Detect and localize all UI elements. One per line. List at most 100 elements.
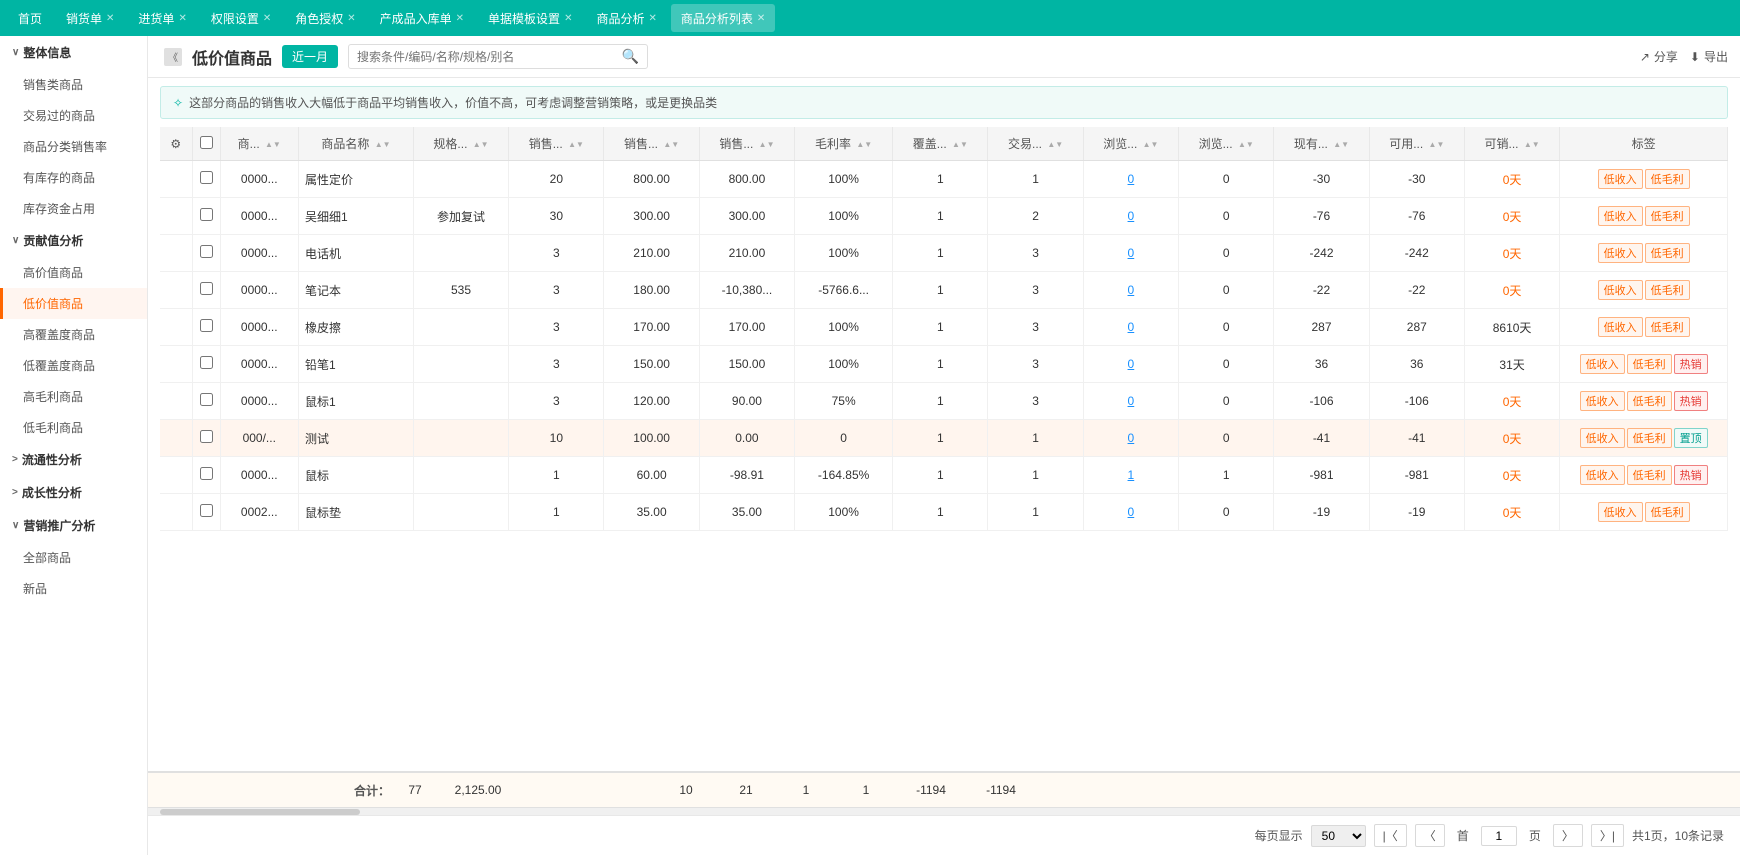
nav-template-settings[interactable]: 单据模板设置 ✕ — [478, 4, 582, 32]
row-checkbox-cell[interactable] — [192, 420, 220, 457]
sort-icon[interactable]: ▲▼ — [1524, 140, 1540, 149]
sort-icon[interactable]: ▲▼ — [1429, 140, 1445, 149]
row-checkbox[interactable] — [200, 208, 213, 221]
row-checkbox[interactable] — [200, 282, 213, 295]
sidebar-item-in-stock[interactable]: 有库存的商品 — [0, 162, 147, 193]
sidebar-item-high-margin[interactable]: 高毛利商品 — [0, 381, 147, 412]
sort-icon[interactable]: ▲▼ — [1333, 140, 1349, 149]
row-checkbox-cell[interactable] — [192, 272, 220, 309]
views-link[interactable]: 0 — [1128, 431, 1135, 445]
nav-home[interactable]: 首页 — [8, 4, 52, 32]
sidebar-section-marketing[interactable]: ∨ 营销推广分析 — [0, 509, 147, 542]
sidebar-item-high-coverage[interactable]: 高覆盖度商品 — [0, 319, 147, 350]
first-page-button[interactable]: |〈 — [1374, 824, 1407, 847]
row-checkbox-cell[interactable] — [192, 309, 220, 346]
views-link[interactable]: 0 — [1128, 209, 1135, 223]
row-margin: 100% — [795, 494, 893, 531]
column-settings[interactable]: ⚙ — [160, 127, 192, 161]
close-icon[interactable]: ✕ — [263, 13, 271, 24]
sort-icon[interactable]: ▲▼ — [1143, 140, 1159, 149]
period-button[interactable]: 近一月 — [282, 45, 338, 68]
sidebar-section-overall[interactable]: ∨ 整体信息 — [0, 36, 147, 69]
sidebar-section-circulation[interactable]: > 流通性分析 — [0, 443, 147, 476]
close-icon[interactable]: ✕ — [178, 13, 186, 24]
sidebar-section-contribution[interactable]: ∨ 贡献值分析 — [0, 224, 147, 257]
row-checkbox-cell[interactable] — [192, 457, 220, 494]
sidebar-item-low-value[interactable]: 低价值商品 — [0, 288, 147, 319]
sort-icon[interactable]: ▲▼ — [1238, 140, 1254, 149]
sidebar-item-low-coverage[interactable]: 低覆盖度商品 — [0, 350, 147, 381]
nav-sales[interactable]: 销货单 ✕ — [56, 4, 124, 32]
views-link[interactable]: 0 — [1128, 320, 1135, 334]
sidebar-item-traded-products[interactable]: 交易过的商品 — [0, 100, 147, 131]
row-checkbox-cell[interactable] — [192, 494, 220, 531]
nav-product-analysis[interactable]: 商品分析 ✕ — [586, 4, 666, 32]
row-checkbox-cell[interactable] — [192, 235, 220, 272]
nav-role-auth[interactable]: 角色授权 ✕ — [285, 4, 365, 32]
sort-icon[interactable]: ▲▼ — [663, 140, 679, 149]
sort-icon[interactable]: ▲▼ — [1047, 140, 1063, 149]
row-checkbox-cell[interactable] — [192, 346, 220, 383]
export-button[interactable]: ⬇ 导出 — [1690, 48, 1728, 65]
sort-icon[interactable]: ▲▼ — [375, 140, 391, 149]
collapse-sidebar-button[interactable]: 《 — [164, 48, 182, 66]
views-link[interactable]: 0 — [1128, 505, 1135, 519]
views-link[interactable]: 0 — [1128, 283, 1135, 297]
row-checkbox[interactable] — [200, 171, 213, 184]
row-transactions: 3 — [988, 309, 1083, 346]
views-link[interactable]: 0 — [1128, 172, 1135, 186]
nav-permissions[interactable]: 权限设置 ✕ — [201, 4, 281, 32]
close-icon[interactable]: ✕ — [648, 13, 656, 24]
row-settings — [160, 383, 192, 420]
nav-finished-goods[interactable]: 产成品入库单 ✕ — [370, 4, 474, 32]
row-checkbox-cell[interactable] — [192, 383, 220, 420]
row-checkbox[interactable] — [200, 356, 213, 369]
nav-purchase[interactable]: 进货单 ✕ — [128, 4, 196, 32]
sidebar-item-all-products[interactable]: 全部商品 — [0, 542, 147, 573]
close-icon[interactable]: ✕ — [757, 13, 765, 24]
sort-icon[interactable]: ▲▼ — [952, 140, 968, 149]
views-link[interactable]: 0 — [1128, 394, 1135, 408]
sort-icon[interactable]: ▲▼ — [856, 140, 872, 149]
search-icon[interactable]: 🔍 — [622, 48, 639, 65]
sidebar-item-category-sales-rate[interactable]: 商品分类销售率 — [0, 131, 147, 162]
sidebar-item-new-products[interactable]: 新品 — [0, 573, 147, 604]
row-checkbox[interactable] — [200, 504, 213, 517]
views-link[interactable]: 0 — [1128, 246, 1135, 260]
row-checkbox[interactable] — [200, 319, 213, 332]
sidebar-item-low-margin[interactable]: 低毛利商品 — [0, 412, 147, 443]
select-all-checkbox[interactable] — [200, 136, 213, 149]
sidebar-section-growth[interactable]: > 成长性分析 — [0, 476, 147, 509]
sort-icon[interactable]: ▲▼ — [759, 140, 775, 149]
close-icon[interactable]: ✕ — [347, 13, 355, 24]
sort-icon[interactable]: ▲▼ — [265, 140, 281, 149]
prev-page-button[interactable]: 〈 — [1415, 824, 1445, 847]
per-page-select[interactable]: 50100200 — [1311, 825, 1366, 847]
horizontal-scrollbar[interactable] — [148, 807, 1740, 815]
share-button[interactable]: ↗ 分享 — [1640, 48, 1678, 65]
views-link[interactable]: 0 — [1128, 357, 1135, 371]
last-page-button[interactable]: 〉| — [1591, 824, 1624, 847]
row-checkbox[interactable] — [200, 430, 213, 443]
nav-product-analysis-list[interactable]: 商品分析列表 ✕ — [671, 4, 775, 32]
footer-coverage: 10 — [656, 783, 716, 797]
row-checkbox[interactable] — [200, 393, 213, 406]
sidebar-item-high-value[interactable]: 高价值商品 — [0, 257, 147, 288]
close-icon[interactable]: ✕ — [456, 13, 464, 24]
sort-icon[interactable]: ▲▼ — [568, 140, 584, 149]
row-checkbox[interactable] — [200, 245, 213, 258]
sidebar-item-stock-capital[interactable]: 库存资金占用 — [0, 193, 147, 224]
sidebar-item-sales-products[interactable]: 销售类商品 — [0, 69, 147, 100]
page-number-input[interactable] — [1481, 826, 1517, 846]
search-input[interactable] — [357, 50, 616, 64]
next-page-button[interactable]: 〉 — [1553, 824, 1583, 847]
close-icon[interactable]: ✕ — [564, 13, 572, 24]
row-checkbox-cell[interactable] — [192, 198, 220, 235]
column-checkbox[interactable] — [192, 127, 220, 161]
views-link[interactable]: 1 — [1128, 468, 1135, 482]
row-checkbox[interactable] — [200, 467, 213, 480]
row-coverage: 1 — [893, 198, 988, 235]
row-checkbox-cell[interactable] — [192, 161, 220, 198]
close-icon[interactable]: ✕ — [106, 13, 114, 24]
sort-icon[interactable]: ▲▼ — [473, 140, 489, 149]
